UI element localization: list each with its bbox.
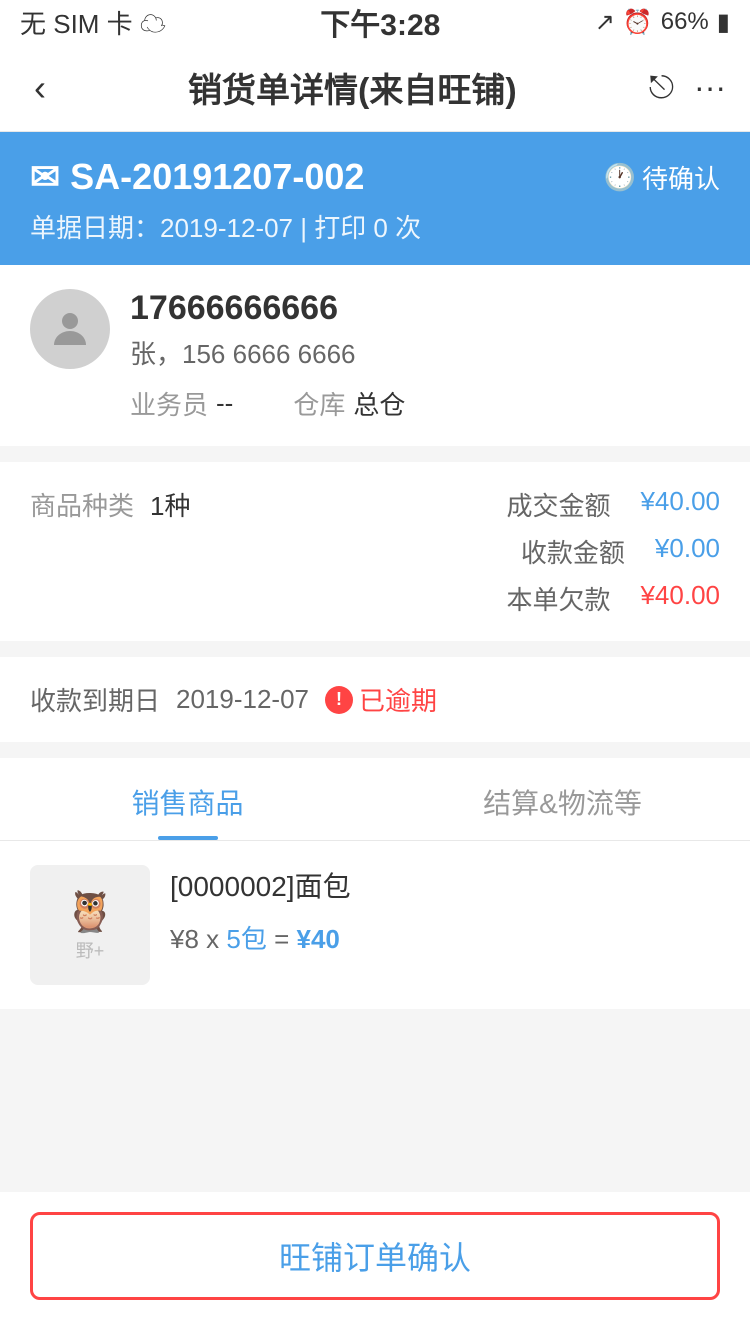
debt-row: 本单欠款 ¥40.00: [506, 580, 720, 617]
customer-meta: 业务员 -- 仓库 总仓: [130, 385, 720, 422]
confirm-order-button[interactable]: 旺铺订单确认: [30, 1212, 720, 1300]
nav-bar: ‹ 销货单详情(来自旺铺) ⎋ ···: [0, 44, 750, 132]
product-name: [0000002]面包: [170, 865, 720, 905]
due-date-label: 收款到期日: [30, 681, 160, 718]
product-multiply: x: [206, 924, 226, 954]
customer-info: 17666666666 张，156 6666 6666 业务员 -- 仓库 总仓: [130, 289, 720, 422]
product-type-value: 1种: [150, 486, 190, 523]
order-id-row: ✉ SA-20191207-002 🕐 待确认: [30, 156, 720, 198]
status-right: ↗ ⏰ 66% ▮: [595, 8, 730, 37]
status-left: 无 SIM 卡 ☁: [20, 4, 166, 41]
share-icon[interactable]: ⎋: [649, 69, 674, 107]
product-total: ¥40: [297, 924, 340, 954]
product-quantity: 5包: [226, 924, 266, 954]
nav-actions: ⎋ ···: [649, 69, 726, 107]
product-equals: =: [274, 924, 296, 954]
tab-products[interactable]: 销售商品: [0, 758, 375, 840]
page-title: 销货单详情(来自旺铺): [56, 63, 649, 112]
product-thumb-label: 野+: [76, 937, 105, 963]
due-date-section: 收款到期日 2019-12-07 ! 已逾期: [0, 657, 750, 742]
deal-amount-row: 成交金额 ¥40.00: [506, 486, 720, 523]
warehouse-value: 总仓: [353, 385, 405, 422]
avatar-icon: [46, 305, 94, 353]
product-type-label: 商品种类: [30, 486, 134, 523]
overdue-badge: ! 已逾期: [325, 681, 437, 718]
customer-name: 张，156 6666 6666: [130, 334, 720, 371]
salesperson-value: --: [216, 388, 233, 419]
summary-right: 成交金额 ¥40.00 收款金额 ¥0.00 本单欠款 ¥40.00: [506, 486, 720, 617]
order-date: 单据日期：2019-12-07 | 打印 0 次: [30, 208, 720, 245]
avatar: [30, 289, 110, 369]
deal-amount-label: 成交金额: [506, 486, 610, 523]
status-bar: 无 SIM 卡 ☁ 下午3:28 ↗ ⏰ 66% ▮: [0, 0, 750, 44]
tabs-row: 销售商品 结算&物流等: [0, 758, 750, 841]
back-button[interactable]: ‹: [24, 57, 56, 119]
debt-label: 本单欠款: [506, 580, 610, 617]
order-id: ✉ SA-20191207-002: [30, 156, 364, 198]
payment-value: ¥0.00: [655, 533, 720, 570]
product-price: ¥8 x 5包 = ¥40: [170, 919, 720, 956]
product-unit-price: ¥8: [170, 924, 199, 954]
order-id-text: SA-20191207-002: [70, 156, 364, 198]
debt-value: ¥40.00: [640, 580, 720, 617]
more-icon[interactable]: ···: [694, 69, 726, 106]
sim-text: 无 SIM 卡 ☁: [20, 4, 166, 41]
battery-text: 66%: [661, 8, 709, 36]
product-thumbnail: 🦉 野+: [30, 865, 150, 985]
order-header: ✉ SA-20191207-002 🕐 待确认 单据日期：2019-12-07 …: [0, 132, 750, 265]
status-time: 下午3:28: [320, 0, 440, 44]
battery-icon: ▮: [717, 8, 730, 37]
deal-amount-value: ¥40.00: [640, 486, 720, 523]
alarm-icon: ⏰: [623, 8, 653, 37]
overdue-text: 已逾期: [359, 681, 437, 718]
summary-section: 商品种类 1种 成交金额 ¥40.00 收款金额 ¥0.00 本单欠款 ¥40.…: [0, 462, 750, 641]
tabs-section: 销售商品 结算&物流等 🦉 野+ [0000002]面包 ¥8 x 5包 = ¥…: [0, 758, 750, 1009]
product-logo-icon: 🦉: [65, 888, 115, 935]
product-section: 🦉 野+ [0000002]面包 ¥8 x 5包 = ¥40: [0, 841, 750, 1009]
customer-section: 17666666666 张，156 6666 6666 业务员 -- 仓库 总仓: [0, 265, 750, 446]
order-icon: ✉: [30, 156, 60, 198]
payment-label: 收款金额: [521, 533, 625, 570]
order-status: 🕐 待确认: [604, 159, 720, 196]
customer-phone: 17666666666: [130, 289, 720, 328]
customer-row: 17666666666 张，156 6666 6666 业务员 -- 仓库 总仓: [30, 289, 720, 422]
overdue-icon: !: [325, 686, 353, 714]
payment-row: 收款金额 ¥0.00: [521, 533, 720, 570]
summary-left: 商品种类 1种: [30, 486, 190, 523]
product-info: [0000002]面包 ¥8 x 5包 = ¥40: [170, 865, 720, 956]
status-text: 待确认: [642, 159, 720, 196]
warehouse-label: 仓库: [293, 385, 345, 422]
due-date-value: 2019-12-07: [176, 684, 309, 715]
bottom-bar: 旺铺订单确认: [0, 1192, 750, 1334]
direction-icon: ↗: [595, 8, 615, 37]
product-row: 🦉 野+ [0000002]面包 ¥8 x 5包 = ¥40: [30, 865, 720, 985]
warehouse-item: 仓库 总仓: [293, 385, 405, 422]
status-clock-icon: 🕐: [604, 162, 636, 193]
salesperson-item: 业务员 --: [130, 385, 233, 422]
tab-settlement[interactable]: 结算&物流等: [375, 758, 750, 840]
salesperson-label: 业务员: [130, 385, 208, 422]
